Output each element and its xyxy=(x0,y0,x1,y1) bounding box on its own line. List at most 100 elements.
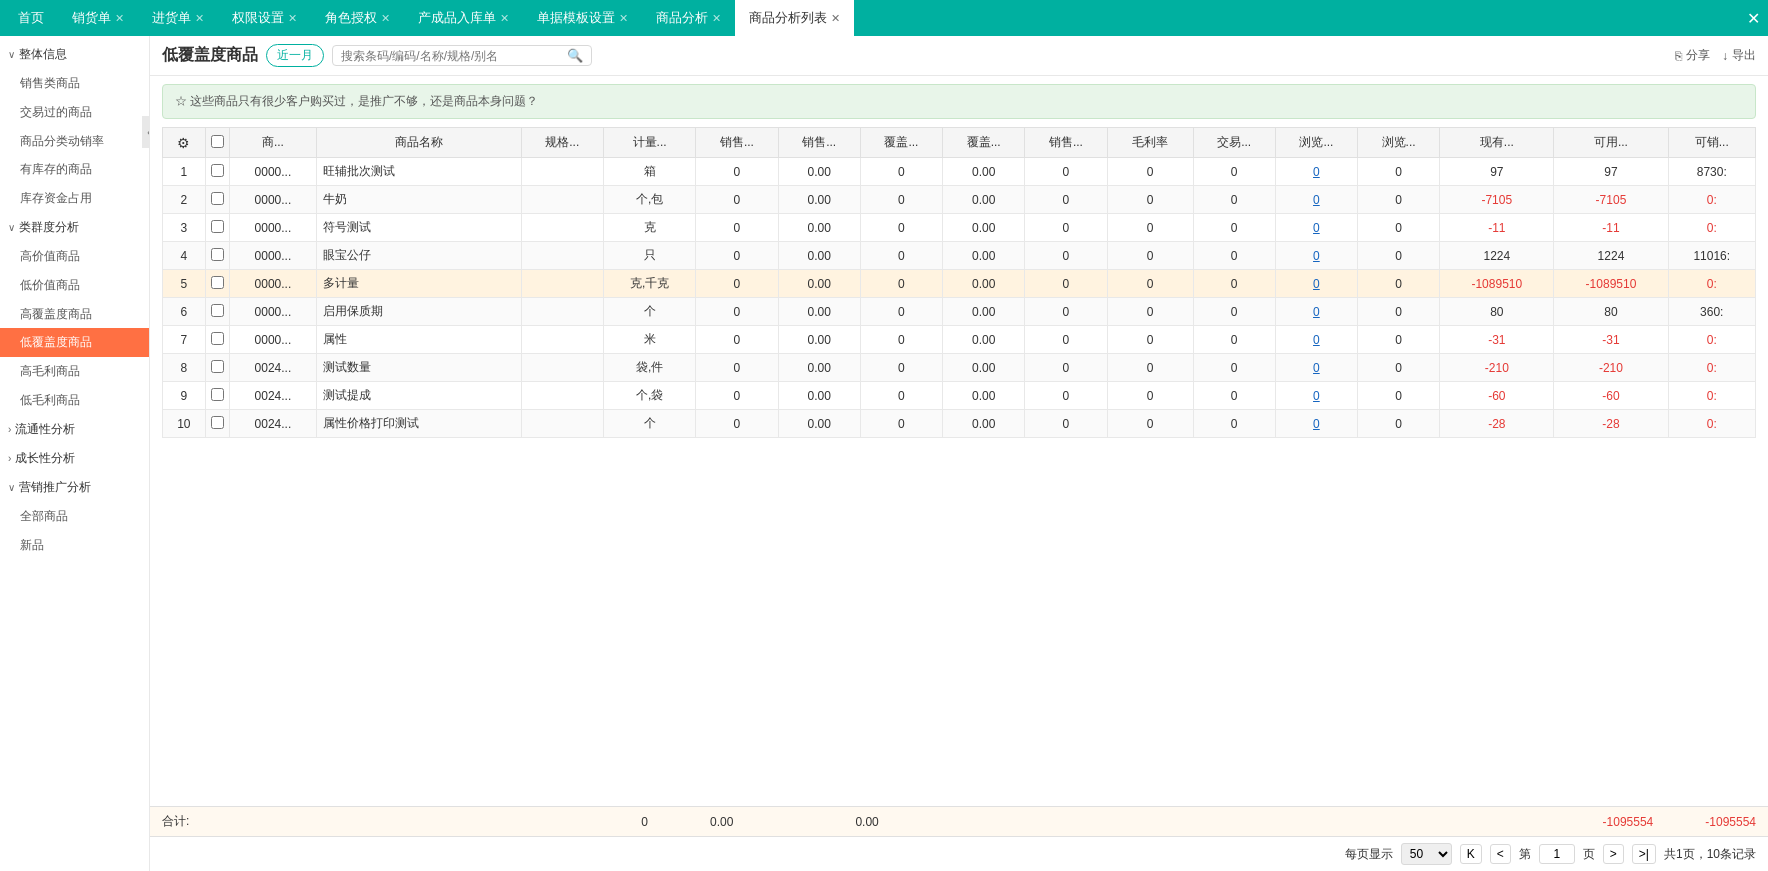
row-checkbox[interactable] xyxy=(211,304,224,317)
page-number-input[interactable] xyxy=(1539,844,1575,864)
prev-page-button[interactable]: < xyxy=(1490,844,1511,864)
row-checkbox[interactable] xyxy=(211,388,224,401)
select-all-checkbox[interactable] xyxy=(211,135,224,148)
search-icon[interactable]: 🔍 xyxy=(567,48,583,63)
col-gross[interactable]: 毛利率 xyxy=(1107,128,1193,158)
sidebar-item-high-profit[interactable]: 高毛利商品 xyxy=(0,357,149,386)
close-sales-icon[interactable]: ✕ xyxy=(115,0,124,36)
col-unit[interactable]: 计量... xyxy=(603,128,695,158)
share-button[interactable]: ⎘ 分享 xyxy=(1675,47,1710,64)
sidebar-section-marketing[interactable]: ∨ 营销推广分析 xyxy=(0,473,149,502)
close-template-icon[interactable]: ✕ xyxy=(619,0,628,36)
col-stock2[interactable]: 可用... xyxy=(1554,128,1668,158)
cell-browse1[interactable]: 0 xyxy=(1275,298,1357,326)
row-checkbox[interactable] xyxy=(211,276,224,289)
sidebar-item-new-goods[interactable]: 新品 xyxy=(0,531,149,560)
cell-browse1[interactable]: 0 xyxy=(1275,242,1357,270)
last-page-button[interactable]: >| xyxy=(1632,844,1656,864)
cell-no: 3 xyxy=(163,214,206,242)
close-analysis-icon[interactable]: ✕ xyxy=(712,0,721,36)
close-purchase-icon[interactable]: ✕ xyxy=(195,0,204,36)
sidebar-item-sales-goods[interactable]: 销售类商品 xyxy=(0,69,149,98)
export-button[interactable]: ↓ 导出 xyxy=(1722,47,1756,64)
sidebar-item-traded-goods[interactable]: 交易过的商品 xyxy=(0,98,149,127)
cell-browse2: 0 xyxy=(1358,410,1440,438)
nav-tab-template[interactable]: 单据模板设置 ✕ xyxy=(523,0,642,36)
sidebar-section-cluster[interactable]: ∨ 类群度分析 xyxy=(0,213,149,242)
cell-browse1[interactable]: 0 xyxy=(1275,214,1357,242)
sidebar-item-low-coverage[interactable]: 低覆盖度商品 xyxy=(0,328,149,357)
col-browse2[interactable]: 浏览... xyxy=(1358,128,1440,158)
col-sale2[interactable]: 销售... xyxy=(778,128,860,158)
cell-gross: 0 xyxy=(1107,354,1193,382)
sidebar-item-low-value[interactable]: 低价值商品 xyxy=(0,271,149,300)
cell-cov1: 0 xyxy=(860,214,942,242)
cell-cov2: 0.00 xyxy=(943,354,1025,382)
row-checkbox[interactable] xyxy=(211,360,224,373)
close-analysis-list-icon[interactable]: ✕ xyxy=(831,0,840,36)
header-actions: ⎘ 分享 ↓ 导出 xyxy=(1675,47,1756,64)
sidebar-section-liquidity[interactable]: › 流通性分析 xyxy=(0,415,149,444)
cell-stock2: -60 xyxy=(1554,382,1668,410)
row-checkbox[interactable] xyxy=(211,192,224,205)
col-sale1[interactable]: 销售... xyxy=(696,128,778,158)
close-product-icon[interactable]: ✕ xyxy=(500,0,509,36)
row-checkbox[interactable] xyxy=(211,248,224,261)
search-input[interactable] xyxy=(341,49,563,63)
cell-browse1[interactable]: 0 xyxy=(1275,158,1357,186)
next-page-button[interactable]: > xyxy=(1603,844,1624,864)
cell-browse1[interactable]: 0 xyxy=(1275,410,1357,438)
sidebar-item-high-value[interactable]: 高价值商品 xyxy=(0,242,149,271)
col-spec[interactable]: 规格... xyxy=(521,128,603,158)
nav-tab-home[interactable]: 首页 xyxy=(4,0,58,36)
cell-sale2: 0.00 xyxy=(778,354,860,382)
col-name[interactable]: 商品名称 xyxy=(317,128,522,158)
nav-tab-role[interactable]: 角色授权 ✕ xyxy=(311,0,404,36)
page-size-select[interactable]: 50 20 100 xyxy=(1401,843,1452,865)
sidebar-section-growth[interactable]: › 成长性分析 xyxy=(0,444,149,473)
col-code[interactable]: 商... xyxy=(229,128,316,158)
col-browse1[interactable]: 浏览... xyxy=(1275,128,1357,158)
nav-tab-analysis-list[interactable]: 商品分析列表 ✕ xyxy=(735,0,854,36)
sidebar-item-high-coverage[interactable]: 高覆盖度商品 xyxy=(0,300,149,329)
row-checkbox[interactable] xyxy=(211,164,224,177)
nav-tab-sales[interactable]: 销货单 ✕ xyxy=(58,0,138,36)
sidebar-collapse-button[interactable]: « xyxy=(142,116,150,148)
page-unit: 页 xyxy=(1583,846,1595,863)
close-permissions-icon[interactable]: ✕ xyxy=(288,0,297,36)
cell-browse1[interactable]: 0 xyxy=(1275,326,1357,354)
col-cov1[interactable]: 覆盖... xyxy=(860,128,942,158)
cell-sale2: 0.00 xyxy=(778,242,860,270)
sidebar-item-all-goods[interactable]: 全部商品 xyxy=(0,502,149,531)
col-settings[interactable]: ⚙ xyxy=(163,128,206,158)
page-label: 第 xyxy=(1519,846,1531,863)
nav-tab-product[interactable]: 产成品入库单 ✕ xyxy=(404,0,523,36)
cell-browse1[interactable]: 0 xyxy=(1275,354,1357,382)
cell-browse1[interactable]: 0 xyxy=(1275,270,1357,298)
row-checkbox[interactable] xyxy=(211,332,224,345)
cell-gross: 0 xyxy=(1107,186,1193,214)
cell-browse2: 0 xyxy=(1358,270,1440,298)
nav-tab-permissions[interactable]: 权限设置 ✕ xyxy=(218,0,311,36)
cell-browse1[interactable]: 0 xyxy=(1275,382,1357,410)
sidebar-item-low-profit[interactable]: 低毛利商品 xyxy=(0,386,149,415)
first-page-button[interactable]: K xyxy=(1460,844,1482,864)
cell-browse1[interactable]: 0 xyxy=(1275,186,1357,214)
row-checkbox[interactable] xyxy=(211,416,224,429)
col-cov2[interactable]: 覆盖... xyxy=(943,128,1025,158)
close-all-tabs-button[interactable]: ✕ xyxy=(1747,9,1760,28)
sidebar-item-in-stock[interactable]: 有库存的商品 xyxy=(0,155,149,184)
nav-tab-purchase[interactable]: 进货单 ✕ xyxy=(138,0,218,36)
nav-tab-analysis[interactable]: 商品分析 ✕ xyxy=(642,0,735,36)
col-sale4[interactable]: 可销... xyxy=(1668,128,1755,158)
sidebar-section-overall[interactable]: ∨ 整体信息 xyxy=(0,40,149,69)
cell-code: 0000... xyxy=(229,270,316,298)
date-filter-button[interactable]: 近一月 xyxy=(266,44,324,67)
col-trade[interactable]: 交易... xyxy=(1193,128,1275,158)
col-sale3[interactable]: 销售... xyxy=(1025,128,1107,158)
row-checkbox[interactable] xyxy=(211,220,224,233)
col-stock1[interactable]: 现有... xyxy=(1440,128,1554,158)
sidebar-item-category-rate[interactable]: 商品分类动销率 xyxy=(0,127,149,156)
sidebar-item-stock-capital[interactable]: 库存资金占用 xyxy=(0,184,149,213)
close-role-icon[interactable]: ✕ xyxy=(381,0,390,36)
